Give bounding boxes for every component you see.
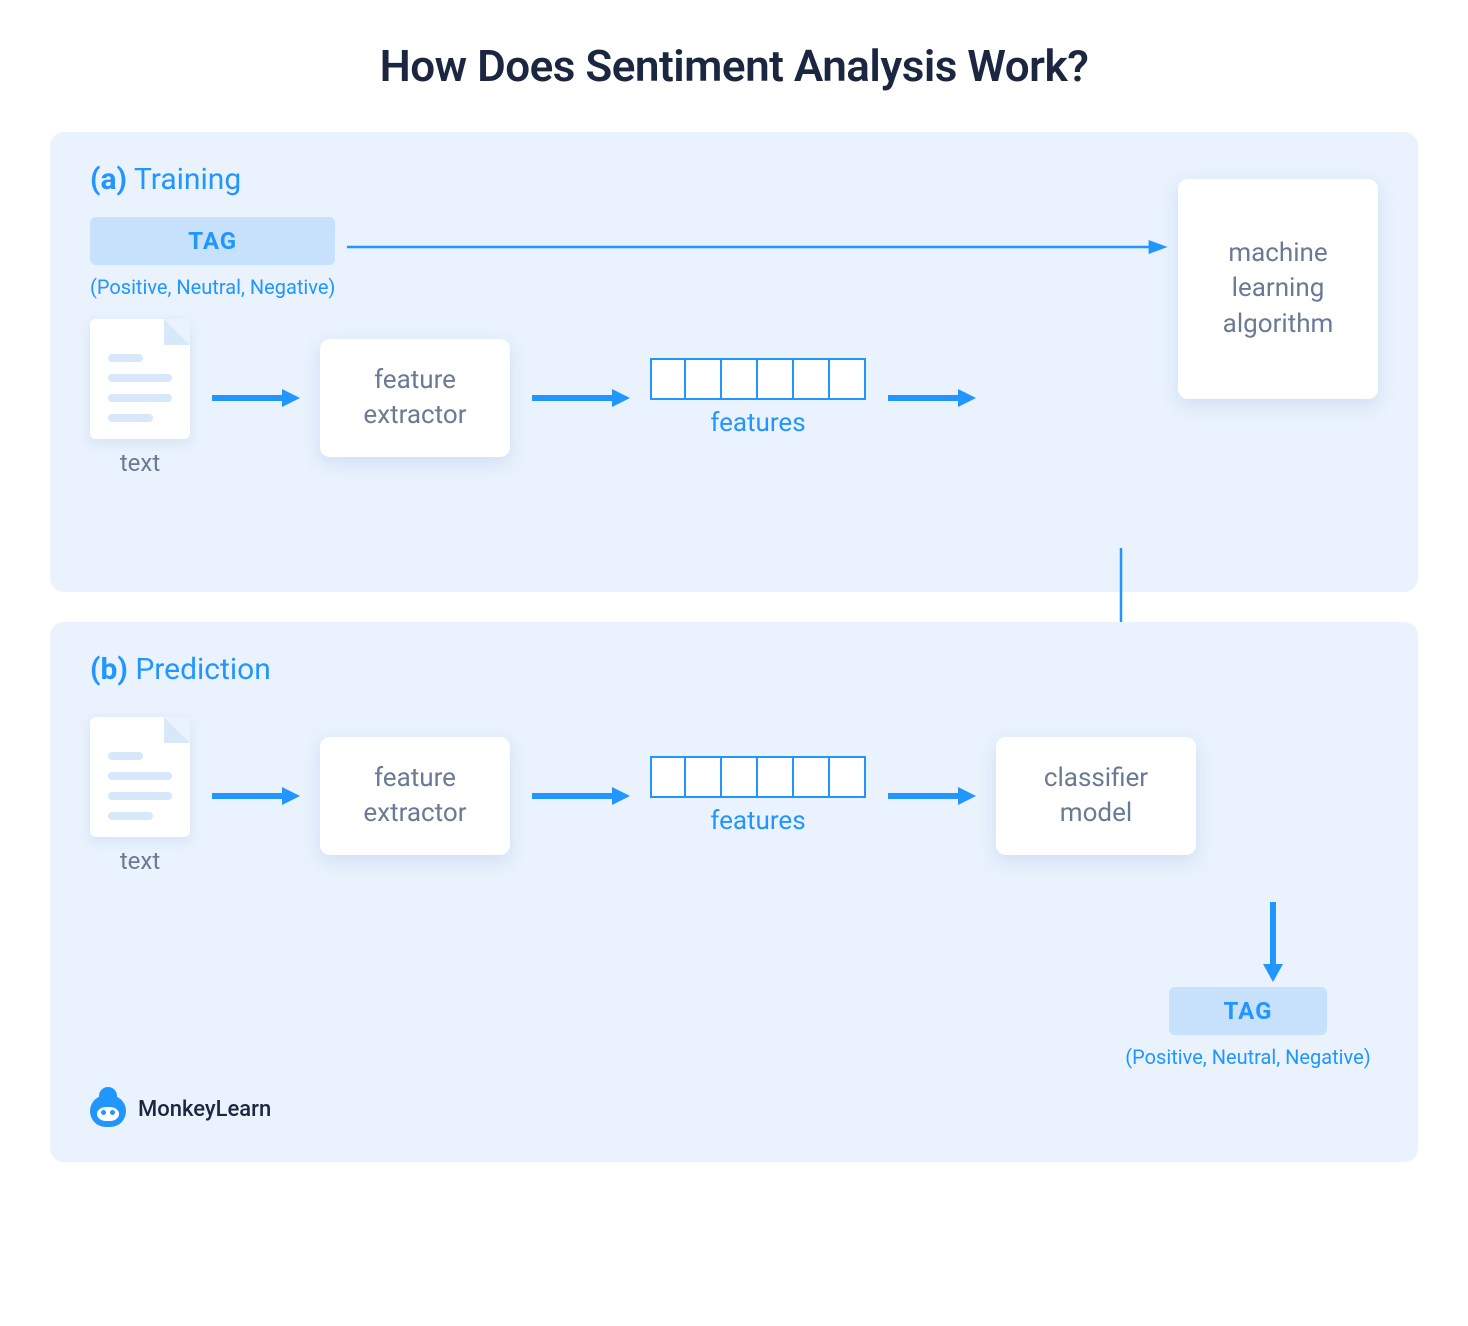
arrow-icon: [886, 784, 976, 808]
tag-caption: (Positive, Neutral, Negative): [90, 275, 335, 299]
panel-a-marker: (a): [90, 162, 127, 197]
classifier-model-node: classifiermodel: [996, 737, 1196, 855]
document-icon: [90, 717, 190, 837]
text-document: text: [90, 717, 190, 875]
output-tag-caption: (Positive, Neutral, Negative): [1118, 1045, 1378, 1069]
monkeylearn-logo-icon: [90, 1091, 126, 1127]
features-label: features: [650, 806, 866, 836]
prediction-panel: (b) Prediction text featureextractor fea…: [50, 622, 1418, 1162]
training-panel: (a) Training TAG (Positive, Neutral, Neg…: [50, 132, 1418, 592]
brand-name: MonkeyLearn: [138, 1097, 271, 1122]
panel-b-title: (b) Prediction: [90, 652, 1378, 687]
feature-extractor-label: featureextractor: [363, 763, 466, 828]
arrow-icon: [210, 386, 300, 410]
feature-extractor-label: featureextractor: [363, 365, 466, 430]
panel-b-marker: (b): [90, 652, 128, 687]
classifier-model-label: classifiermodel: [1044, 763, 1148, 828]
text-document: text: [90, 319, 190, 477]
arrow-model-to-tag: [1260, 902, 1290, 982]
panel-b-label: Prediction: [135, 652, 270, 687]
output-tag-badge: TAG: [1169, 987, 1328, 1035]
text-label: text: [90, 847, 190, 875]
arrow-icon: [530, 784, 630, 808]
feature-extractor-node: featureextractor: [320, 339, 510, 457]
diagram-title: How Does Sentiment Analysis Work?: [50, 40, 1418, 92]
feature-cells-icon: [650, 756, 866, 798]
brand: MonkeyLearn: [90, 1091, 271, 1127]
features-vector: features: [650, 358, 866, 438]
features-label: features: [650, 408, 866, 438]
ml-algorithm-node: machinelearningalgorithm: [1178, 179, 1378, 399]
panel-a-label: Training: [134, 162, 241, 197]
ml-algorithm-label: machinelearningalgorithm: [1223, 236, 1334, 341]
feature-cells-icon: [650, 358, 866, 400]
features-vector: features: [650, 756, 866, 836]
arrow-tag-to-algo: [335, 237, 1168, 257]
tag-badge: TAG: [90, 217, 335, 265]
arrow-icon: [530, 386, 630, 410]
arrow-icon: [210, 784, 300, 808]
feature-extractor-node: featureextractor: [320, 737, 510, 855]
text-label: text: [90, 449, 190, 477]
arrow-icon: [886, 386, 976, 410]
document-icon: [90, 319, 190, 439]
